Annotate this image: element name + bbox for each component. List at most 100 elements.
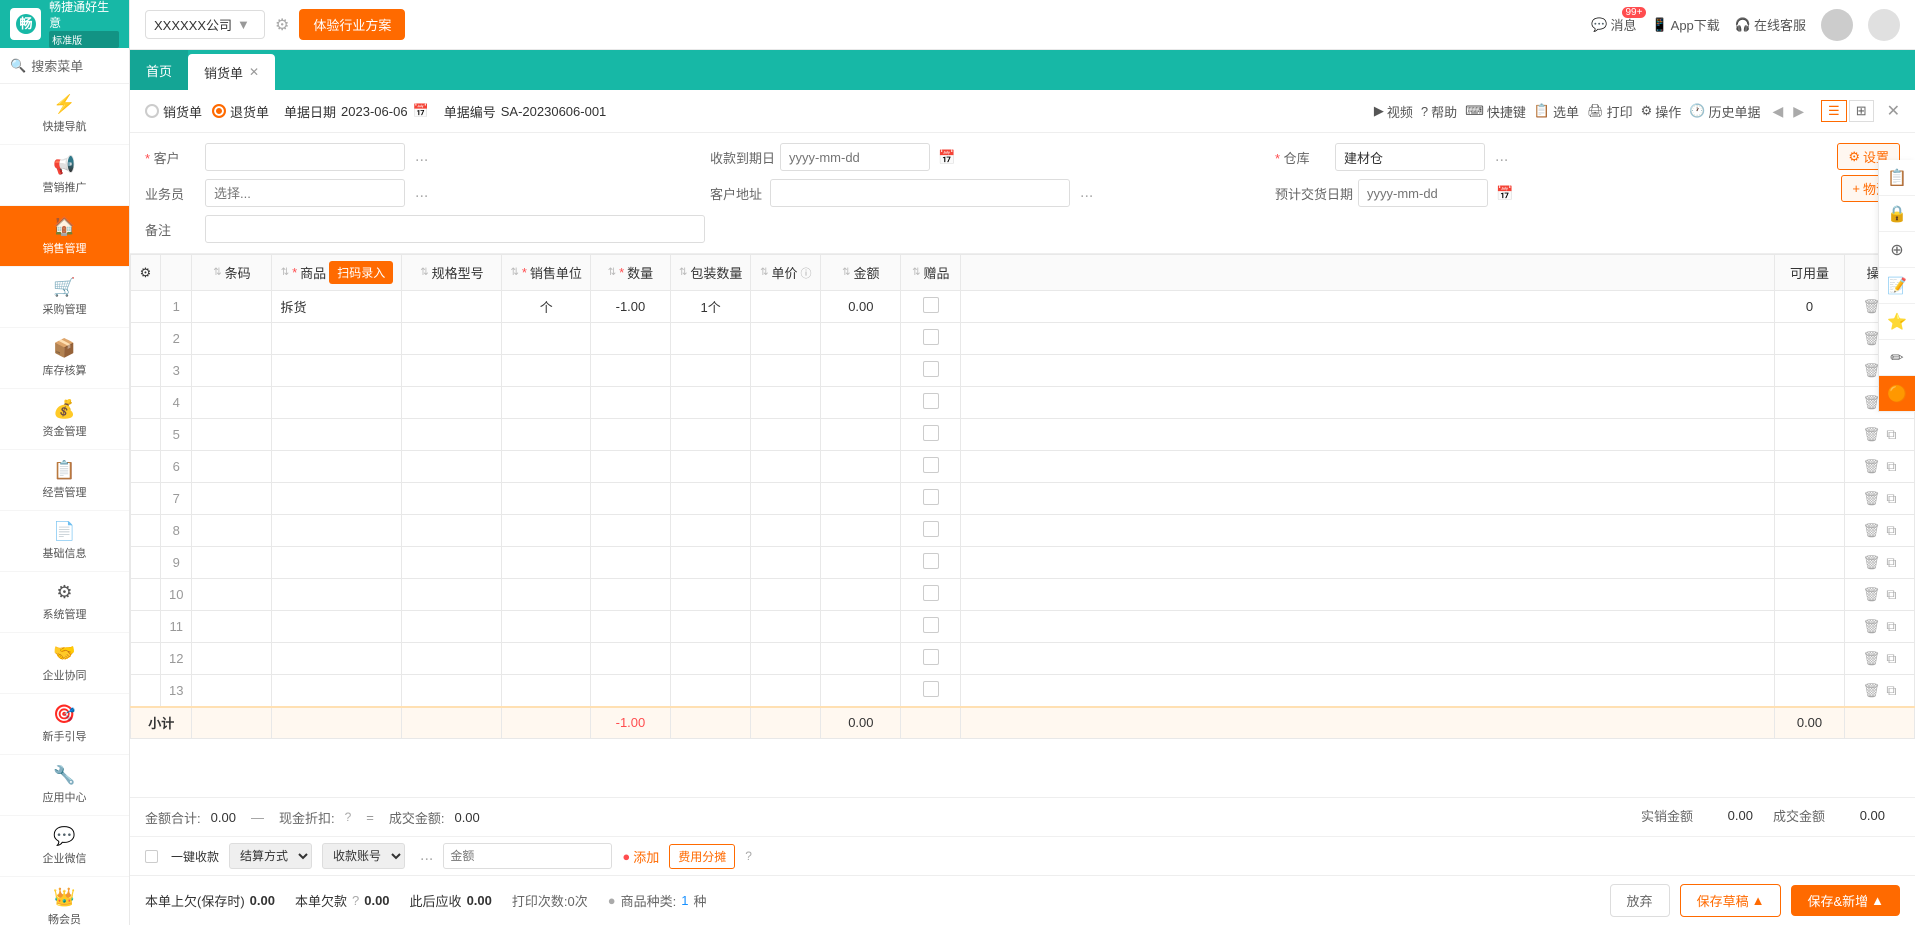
cell-price-0[interactable]: [751, 291, 821, 323]
cell-qty-8[interactable]: [590, 547, 670, 579]
cell-product-7[interactable]: [272, 515, 402, 547]
shortcut-button[interactable]: ⌨ 快捷键: [1465, 102, 1526, 121]
cell-pkgqty-4[interactable]: [670, 419, 750, 451]
next-icon[interactable]: ▶: [1789, 101, 1808, 122]
cell-product-1[interactable]: [272, 323, 402, 355]
scan-button[interactable]: 扫码录入: [329, 261, 393, 284]
cell-amount-7[interactable]: [821, 515, 901, 547]
cell-spec-8[interactable]: [402, 547, 502, 579]
tab-close-icon[interactable]: ✕: [249, 65, 259, 79]
warehouse-input[interactable]: 建材仓: [1335, 143, 1485, 171]
cell-gift-9[interactable]: [901, 579, 961, 611]
cell-barcode-1[interactable]: [192, 323, 272, 355]
customer-input[interactable]: [205, 143, 405, 171]
cell-amount-12[interactable]: [821, 675, 901, 707]
settlement-select[interactable]: 结算方式: [229, 843, 312, 869]
tab-home[interactable]: 首页: [130, 50, 188, 90]
message-button[interactable]: 💬 消息 99+: [1591, 15, 1636, 34]
online-service-button[interactable]: 🎧 在线客服: [1735, 15, 1806, 34]
cell-qty-10[interactable]: [590, 611, 670, 643]
cell-gift-11[interactable]: [901, 643, 961, 675]
date-value[interactable]: 2023-06-06: [341, 104, 408, 119]
sidebar-item-营销推广[interactable]: 📢 营销推广: [0, 145, 129, 206]
sidebar-item-应用中心[interactable]: 🔧 应用中心: [0, 755, 129, 816]
warehouse-more-icon[interactable]: ...: [1495, 148, 1508, 166]
cell-product-6[interactable]: [272, 483, 402, 515]
col-sort-amount-icon[interactable]: ⇅: [842, 267, 850, 278]
col-sort-spec-icon[interactable]: ⇅: [420, 267, 428, 278]
copy-row-icon-5[interactable]: ⧉: [1886, 458, 1896, 475]
cell-product-11[interactable]: [272, 643, 402, 675]
float-icon-6[interactable]: ✏: [1879, 340, 1915, 376]
cell-spec-12[interactable]: [402, 675, 502, 707]
sidebar-item-企业协同[interactable]: 🤝 企业协同: [0, 633, 129, 694]
cell-spec-7[interactable]: [402, 515, 502, 547]
cell-pkgqty-1[interactable]: [670, 323, 750, 355]
sidebar-item-新手引导[interactable]: 🎯 新手引导: [0, 694, 129, 755]
search-menu-area[interactable]: 🔍 搜索菜单: [0, 48, 129, 84]
cell-spec-6[interactable]: [402, 483, 502, 515]
cell-pkgqty-11[interactable]: [670, 643, 750, 675]
cell-unit-9[interactable]: [502, 579, 590, 611]
copy-row-icon-7[interactable]: ⧉: [1886, 522, 1896, 539]
remark-input[interactable]: [205, 215, 705, 243]
cell-price-10[interactable]: [751, 611, 821, 643]
select-button[interactable]: 📋 选单: [1534, 102, 1579, 121]
cell-barcode-12[interactable]: [192, 675, 272, 707]
video-button[interactable]: ▶ 视频: [1374, 102, 1413, 121]
cell-product-2[interactable]: [272, 355, 402, 387]
cell-gift-3[interactable]: [901, 387, 961, 419]
cell-gift-8[interactable]: [901, 547, 961, 579]
cell-qty-5[interactable]: [590, 451, 670, 483]
copy-row-icon-6[interactable]: ⧉: [1886, 490, 1896, 507]
expected-date-input[interactable]: [1358, 179, 1488, 207]
sidebar-item-快捷导航[interactable]: ⚡ 快捷导航: [0, 84, 129, 145]
cell-amount-0[interactable]: 0.00: [821, 291, 901, 323]
user-avatar[interactable]: [1821, 9, 1853, 41]
cell-spec-11[interactable]: [402, 643, 502, 675]
cell-amount-1[interactable]: [821, 323, 901, 355]
help-button[interactable]: ? 帮助: [1421, 102, 1457, 121]
cell-unit-1[interactable]: [502, 323, 590, 355]
cell-spec-0[interactable]: [402, 291, 502, 323]
cell-pkgqty-10[interactable]: [670, 611, 750, 643]
cell-barcode-10[interactable]: [192, 611, 272, 643]
cell-unit-3[interactable]: [502, 387, 590, 419]
copy-row-icon-11[interactable]: ⧉: [1886, 650, 1896, 667]
cell-product-0[interactable]: 拆货: [272, 291, 402, 323]
cell-qty-11[interactable]: [590, 643, 670, 675]
expected-date-calendar-icon[interactable]: 📅: [1496, 185, 1513, 202]
cell-barcode-9[interactable]: [192, 579, 272, 611]
cell-product-4[interactable]: [272, 419, 402, 451]
copy-row-icon-8[interactable]: ⧉: [1886, 554, 1896, 571]
cell-qty-9[interactable]: [590, 579, 670, 611]
tab-sale-order[interactable]: 销货单 ✕: [188, 54, 275, 90]
cell-spec-9[interactable]: [402, 579, 502, 611]
close-form-icon[interactable]: ✕: [1887, 101, 1900, 121]
float-icon-3[interactable]: ⊕: [1879, 232, 1915, 268]
cell-price-9[interactable]: [751, 579, 821, 611]
cell-price-11[interactable]: [751, 643, 821, 675]
cell-amount-5[interactable]: [821, 451, 901, 483]
cell-price-6[interactable]: [751, 483, 821, 515]
cell-unit-2[interactable]: [502, 355, 590, 387]
cell-price-12[interactable]: [751, 675, 821, 707]
cell-amount-6[interactable]: [821, 483, 901, 515]
one-click-checkbox[interactable]: [145, 850, 158, 863]
history-button[interactable]: 🕐 历史单据: [1689, 102, 1760, 121]
cell-amount-11[interactable]: [821, 643, 901, 675]
cell-barcode-7[interactable]: [192, 515, 272, 547]
cell-gift-10[interactable]: [901, 611, 961, 643]
cell-amount-9[interactable]: [821, 579, 901, 611]
sidebar-item-销售管理[interactable]: 🏠 销售管理: [0, 206, 129, 267]
col-sort-gift-icon[interactable]: ⇅: [912, 267, 920, 278]
settings-icon[interactable]: ⚙: [275, 15, 289, 35]
calendar-icon[interactable]: 📅: [413, 103, 429, 119]
cell-product-3[interactable]: [272, 387, 402, 419]
due-date-input[interactable]: [780, 143, 930, 171]
due-date-calendar-icon[interactable]: 📅: [938, 149, 955, 166]
cell-amount-4[interactable]: [821, 419, 901, 451]
app-download-button[interactable]: 📱 App下载: [1651, 15, 1719, 34]
salesperson-more-icon[interactable]: ...: [415, 184, 428, 202]
cell-qty-4[interactable]: [590, 419, 670, 451]
